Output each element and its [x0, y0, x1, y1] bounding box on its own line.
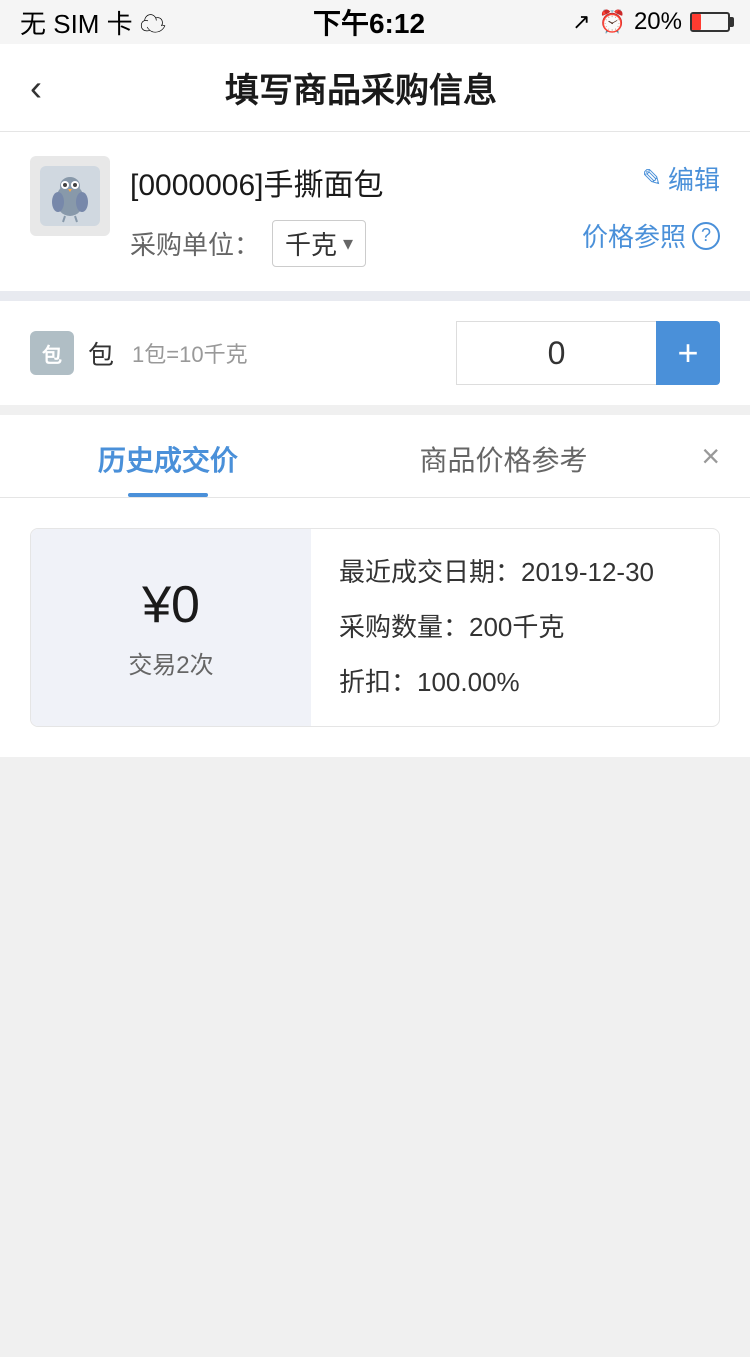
page-title: 填写商品采购信息: [225, 63, 497, 112]
discount-label: 折扣：: [339, 667, 417, 697]
product-unit-row: 采购单位： 千克 ▾: [130, 220, 383, 267]
plus-icon: +: [677, 335, 698, 371]
nav-bar: ‹ 填写商品采购信息: [0, 44, 750, 132]
edit-button[interactable]: ✎ 编辑: [642, 160, 720, 197]
recent-date-row: 最近成交日期：2019-12-30: [339, 553, 691, 592]
price-amount: ¥0: [142, 575, 200, 635]
unit-label: 采购单位：: [130, 225, 260, 262]
battery-icon: [690, 12, 730, 32]
purchase-qty-value: 200千克: [469, 612, 564, 642]
quantity-section: 包 包 1包=10千克 +: [0, 301, 750, 405]
product-info: [0000006]手撕面包 采购单位： 千克 ▾: [130, 156, 383, 267]
tab-history-price[interactable]: 历史成交价: [0, 415, 336, 497]
quantity-input[interactable]: [456, 321, 656, 385]
price-ref-label: 价格参照: [582, 217, 686, 254]
product-left: [0000006]手撕面包 采购单位： 千克 ▾: [30, 156, 383, 267]
quantity-left: 包 包 1包=10千克: [30, 331, 248, 375]
tab-content-history: ¥0 交易2次 最近成交日期：2019-12-30 采购数量：200千克 折扣：…: [0, 498, 750, 757]
product-section: [0000006]手撕面包 采购单位： 千克 ▾ ✎ 编辑 价格参照 ?: [0, 132, 750, 291]
sim-signal-text: 无 SIM 卡 ☁: [20, 4, 166, 41]
edit-label: 编辑: [668, 160, 720, 197]
recent-date-label: 最近成交日期：: [339, 557, 521, 587]
unit-select-button[interactable]: 千克 ▾: [272, 220, 366, 267]
discount-row: 折扣：100.00%: [339, 663, 691, 702]
quantity-unit-label: 包: [88, 335, 114, 372]
purchase-qty-row: 采购数量：200千克: [339, 608, 691, 647]
product-name: [0000006]手撕面包: [130, 160, 383, 204]
alarm-icon: ⏰: [599, 9, 626, 35]
question-icon: ?: [692, 222, 720, 250]
section-divider: [0, 291, 750, 301]
recent-date-value: 2019-12-30: [521, 557, 654, 587]
tab-product-price-ref[interactable]: 商品价格参考: [336, 415, 672, 497]
battery-percent: 20%: [634, 8, 682, 36]
product-thumbnail: [30, 156, 110, 236]
back-button[interactable]: ‹: [30, 67, 42, 109]
status-left: 无 SIM 卡 ☁: [20, 4, 166, 41]
purchase-qty-label: 采购数量：: [339, 612, 469, 642]
unit-box-icon: 包: [30, 331, 74, 375]
tab-close-button[interactable]: ×: [671, 418, 750, 495]
page-background: [0, 757, 750, 1357]
status-bar: 无 SIM 卡 ☁ 下午6:12 ↗ ⏰ 20%: [0, 0, 750, 44]
bottom-panel: 历史成交价 商品价格参考 × ¥0 交易2次 最近成交日期：2019-12-30…: [0, 415, 750, 757]
price-currency: ¥: [142, 576, 171, 634]
product-logo-icon: [40, 166, 100, 226]
quantity-plus-button[interactable]: +: [656, 321, 720, 385]
tabs-row: 历史成交价 商品价格参考 ×: [0, 415, 750, 498]
quantity-right: +: [456, 321, 720, 385]
status-right: ↗ ⏰ 20%: [572, 8, 730, 36]
product-header: [0000006]手撕面包 采购单位： 千克 ▾ ✎ 编辑 价格参照 ?: [30, 156, 720, 267]
unit-box-label: 包: [42, 339, 62, 368]
unit-dropdown-arrow: ▾: [343, 231, 353, 256]
location-icon: ↗: [572, 9, 590, 35]
status-time: 下午6:12: [313, 2, 425, 42]
unit-value: 千克: [285, 225, 337, 262]
quantity-sub-label: 1包=10千克: [132, 337, 248, 369]
edit-icon: ✎: [642, 164, 662, 193]
price-card-left: ¥0 交易2次: [31, 529, 311, 726]
price-value: 0: [171, 576, 200, 634]
discount-value: 100.00%: [417, 667, 520, 697]
price-reference-button[interactable]: 价格参照 ?: [582, 217, 720, 254]
price-card-right: 最近成交日期：2019-12-30 采购数量：200千克 折扣：100.00%: [311, 529, 719, 726]
price-trades: 交易2次: [128, 645, 213, 680]
price-card: ¥0 交易2次 最近成交日期：2019-12-30 采购数量：200千克 折扣：…: [30, 528, 720, 727]
